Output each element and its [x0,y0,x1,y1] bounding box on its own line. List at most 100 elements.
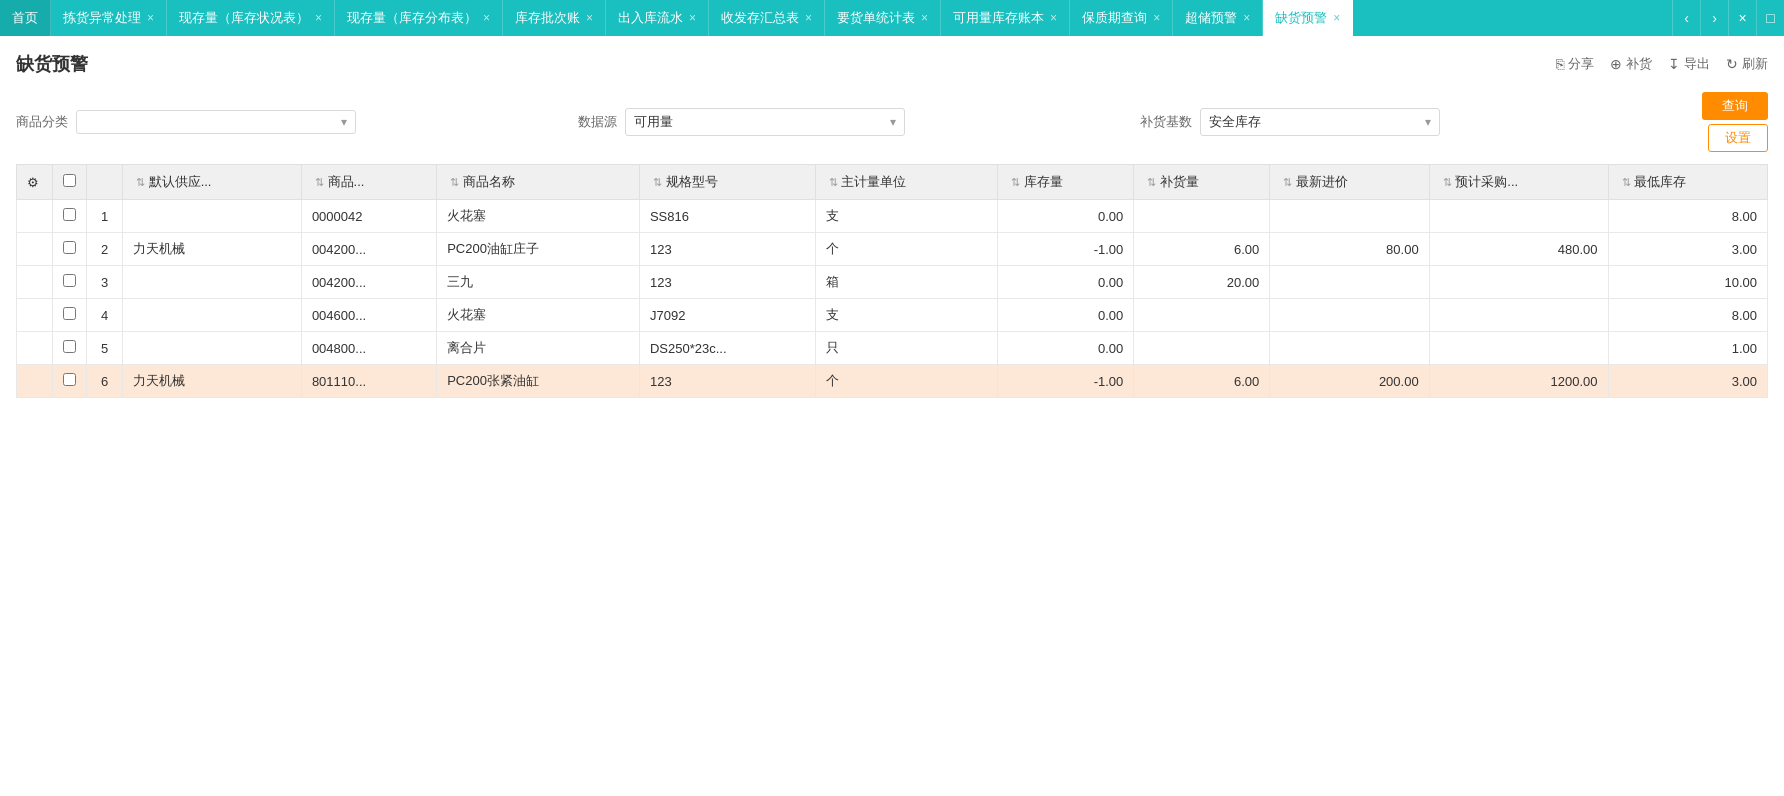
row-latest-price [1270,332,1429,365]
row-spec: DS250*23c... [639,332,815,365]
settings-button[interactable]: 设置 [1708,124,1768,152]
row-est-purchase [1429,200,1608,233]
table-row: 2 力天机械 004200... PC200油缸庄子 123 个 -1.00 6… [17,233,1768,266]
tab-order-stats[interactable]: 要货单统计表 × [825,0,941,36]
column-stock[interactable]: ⇅ 库存量 [998,165,1134,200]
row-supplier: 力天机械 [123,233,302,266]
row-sku: 004800... [301,332,436,365]
row-checkbox[interactable] [63,241,76,254]
tab-inventory-status[interactable]: 现存量（库存状况表） × [167,0,335,36]
replenish-base-value: 安全库存 [1209,113,1261,131]
header-actions: ⎘ 分享 ⊕ 补货 ↧ 导出 ↻ 刷新 [1556,55,1768,73]
datasource-select[interactable]: 可用量 ▾ [625,108,905,136]
column-spec[interactable]: ⇅ 规格型号 [639,165,815,200]
tab-process[interactable]: 拣货异常处理 × [51,0,167,36]
tab-batch-ledger[interactable]: 库存批次账 × [503,0,606,36]
row-checkbox-cell[interactable] [53,332,87,365]
row-sku: 0000042 [301,200,436,233]
column-sku[interactable]: ⇅ 商品... [301,165,436,200]
column-latest-price[interactable]: ⇅ 最新进价 [1270,165,1429,200]
row-checkbox-cell[interactable] [53,266,87,299]
datasource-label: 数据源 [578,113,617,131]
tab-close-inventory-status[interactable]: × [315,11,322,25]
tab-close-receive-summary[interactable]: × [805,11,812,25]
column-name[interactable]: ⇅ 商品名称 [437,165,640,200]
row-supplier [123,200,302,233]
row-checkbox-cell[interactable] [53,233,87,266]
row-gear-cell [17,365,53,398]
tab-receive-summary[interactable]: 收发存汇总表 × [709,0,825,36]
row-spec: J7092 [639,299,815,332]
row-checkbox-cell[interactable] [53,200,87,233]
page-header: 缺货预警 ⎘ 分享 ⊕ 补货 ↧ 导出 ↻ 刷新 [16,52,1768,76]
row-spec: 123 [639,233,815,266]
row-checkbox-cell[interactable] [53,365,87,398]
row-gear-cell [17,332,53,365]
row-checkbox[interactable] [63,307,76,320]
export-button[interactable]: ↧ 导出 [1668,55,1710,73]
row-stock: -1.00 [998,233,1134,266]
column-unit[interactable]: ⇅ 主计量单位 [815,165,998,200]
column-replenish[interactable]: ⇅ 补货量 [1134,165,1270,200]
tab-nav-next[interactable]: › [1700,0,1728,36]
sort-icon-sku: ⇅ [315,176,324,188]
tab-shortage[interactable]: 缺货预警 × [1263,0,1353,36]
tab-close-process[interactable]: × [147,11,154,25]
tab-home[interactable]: 首页 [0,0,51,36]
tab-close-inventory-dist[interactable]: × [483,11,490,25]
sort-icon-name: ⇅ [450,176,459,188]
datasource-value: 可用量 [634,113,673,131]
tab-nav-max[interactable]: □ [1756,0,1784,36]
sort-icon-replenish: ⇅ [1147,176,1156,188]
row-est-purchase [1429,299,1608,332]
replenish-button[interactable]: ⊕ 补货 [1610,55,1652,73]
row-unit: 个 [815,365,998,398]
select-all-checkbox[interactable] [63,174,76,187]
row-min-stock: 8.00 [1608,200,1767,233]
row-stock: -1.00 [998,365,1134,398]
row-min-stock: 3.00 [1608,233,1767,266]
filter-datasource-section: 数据源 可用量 ▾ [578,108,1140,136]
tab-expiry-query[interactable]: 保质期查询 × [1070,0,1173,36]
sort-icon-min-stock: ⇅ [1622,176,1631,188]
tab-close-batch-ledger[interactable]: × [586,11,593,25]
column-gear[interactable]: ⚙ [17,165,53,200]
row-latest-price [1270,299,1429,332]
refresh-button[interactable]: ↻ 刷新 [1726,55,1768,73]
tab-close-available-ledger[interactable]: × [1050,11,1057,25]
tab-inventory-dist[interactable]: 现存量（库存分布表） × [335,0,503,36]
row-checkbox-cell[interactable] [53,299,87,332]
row-checkbox[interactable] [63,373,76,386]
row-checkbox[interactable] [63,208,76,221]
tab-close-inout-flow[interactable]: × [689,11,696,25]
row-supplier: 力天机械 [123,365,302,398]
row-num: 5 [87,332,123,365]
replenish-base-select[interactable]: 安全库存 ▾ [1200,108,1440,136]
tab-close-overstock[interactable]: × [1243,11,1250,25]
category-select[interactable]: ▾ [76,110,356,134]
row-est-purchase: 480.00 [1429,233,1608,266]
tab-nav-close[interactable]: × [1728,0,1756,36]
row-stock: 0.00 [998,200,1134,233]
column-supplier[interactable]: ⇅ 默认供应... [123,165,302,200]
row-est-purchase: 1200.00 [1429,365,1608,398]
tab-inout-flow[interactable]: 出入库流水 × [606,0,709,36]
tab-overstock[interactable]: 超储预警 × [1173,0,1263,36]
sort-icon-latest-price: ⇅ [1283,176,1292,188]
column-min-stock[interactable]: ⇅ 最低库存 [1608,165,1767,200]
tab-nav-prev[interactable]: ‹ [1672,0,1700,36]
row-num: 4 [87,299,123,332]
row-latest-price: 80.00 [1270,233,1429,266]
query-button[interactable]: 查询 [1702,92,1768,120]
tab-available-ledger[interactable]: 可用量库存账本 × [941,0,1070,36]
row-num: 1 [87,200,123,233]
column-checkbox[interactable] [53,165,87,200]
column-est-purchase[interactable]: ⇅ 预计采购... [1429,165,1608,200]
tab-close-shortage[interactable]: × [1333,11,1340,25]
row-name: 火花塞 [437,299,640,332]
row-checkbox[interactable] [63,274,76,287]
tab-close-expiry-query[interactable]: × [1153,11,1160,25]
tab-close-order-stats[interactable]: × [921,11,928,25]
row-checkbox[interactable] [63,340,76,353]
share-button[interactable]: ⎘ 分享 [1556,55,1594,73]
